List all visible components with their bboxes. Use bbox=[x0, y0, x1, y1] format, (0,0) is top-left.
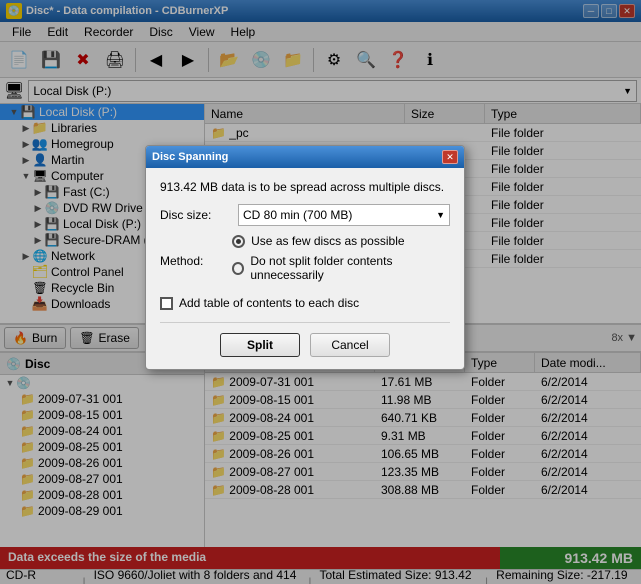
radio-few-discs[interactable]: Use as few discs as possible bbox=[232, 234, 450, 248]
disc-spanning-dialog: Disc Spanning ✕ 913.42 MB data is to be … bbox=[145, 145, 465, 370]
modal-title-bar: Disc Spanning ✕ bbox=[146, 146, 464, 168]
modal-title: Disc Spanning bbox=[152, 151, 228, 163]
modal-close-button[interactable]: ✕ bbox=[442, 150, 458, 164]
app-window: 💿 Disc* - Data compilation - CDBurnerXP … bbox=[0, 0, 641, 584]
disc-size-row: Disc size: CD 80 min (700 MB) ▼ bbox=[160, 204, 450, 226]
method-row: Method: Use as few discs as possible Do … bbox=[160, 234, 450, 288]
method-label: Method: bbox=[160, 254, 224, 268]
radio-circle bbox=[232, 262, 244, 275]
disc-size-label: Disc size: bbox=[160, 208, 230, 222]
radio-no-split[interactable]: Do not split folder contents unnecessari… bbox=[232, 254, 450, 282]
radio-circle bbox=[232, 235, 245, 248]
checkbox[interactable] bbox=[160, 297, 173, 310]
radio-dot bbox=[236, 239, 241, 244]
chevron-down-icon: ▼ bbox=[436, 210, 445, 220]
radio-label: Do not split folder contents unnecessari… bbox=[250, 254, 450, 282]
disc-size-value: CD 80 min (700 MB) bbox=[243, 208, 352, 222]
modal-buttons: Split Cancel bbox=[160, 322, 450, 357]
cancel-button[interactable]: Cancel bbox=[310, 333, 390, 357]
modal-body: 913.42 MB data is to be spread across mu… bbox=[146, 168, 464, 369]
modal-overlay: Disc Spanning ✕ 913.42 MB data is to be … bbox=[0, 0, 641, 584]
radio-group: Use as few discs as possible Do not spli… bbox=[232, 234, 450, 288]
checkbox-row[interactable]: Add table of contents to each disc bbox=[160, 296, 450, 310]
disc-size-select[interactable]: CD 80 min (700 MB) ▼ bbox=[238, 204, 450, 226]
modal-message: 913.42 MB data is to be spread across mu… bbox=[160, 180, 450, 194]
checkbox-label: Add table of contents to each disc bbox=[179, 296, 359, 310]
split-button[interactable]: Split bbox=[220, 333, 300, 357]
radio-label: Use as few discs as possible bbox=[251, 234, 404, 248]
